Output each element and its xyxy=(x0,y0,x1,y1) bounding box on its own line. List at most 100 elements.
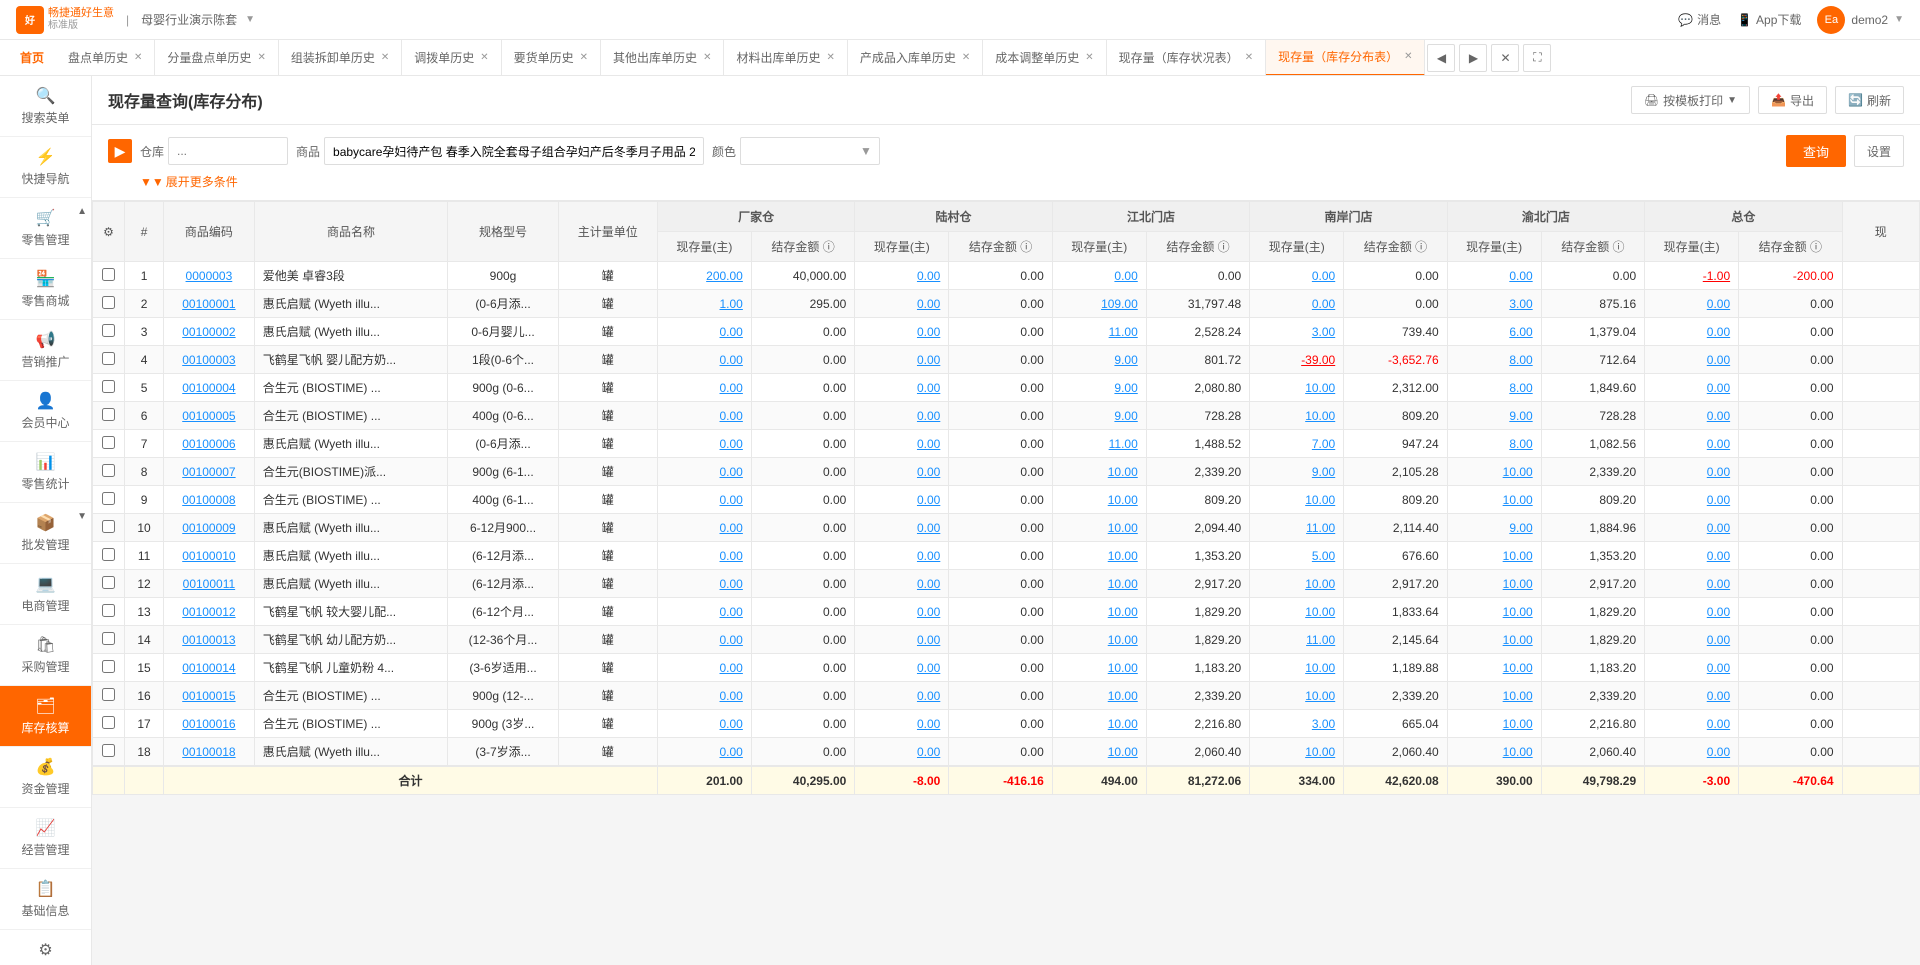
row-checkbox[interactable] xyxy=(93,682,125,710)
row-zc-amt: 0.00 xyxy=(1739,318,1842,346)
row-lcv-amt: 0.00 xyxy=(949,458,1052,486)
goods-input[interactable] xyxy=(324,137,704,165)
tab-product-in[interactable]: 产成品入库单历史 ✕ xyxy=(848,40,983,76)
row-spec: 1段(0-6个... xyxy=(448,346,558,374)
tab-inventory-check[interactable]: 盘点单历史 ✕ xyxy=(56,40,155,76)
tab-close[interactable]: ✕ xyxy=(580,52,588,63)
tab-requisition[interactable]: 要货单历史 ✕ xyxy=(502,40,601,76)
row-ybmd-amt: 875.16 xyxy=(1541,290,1644,318)
row-checkbox[interactable] xyxy=(93,542,125,570)
tab-close[interactable]: ✕ xyxy=(1245,52,1253,63)
row-checkbox[interactable] xyxy=(93,710,125,738)
sidebar-item-nav[interactable]: ⚡ 快捷导航 xyxy=(0,137,91,198)
row-checkbox[interactable] xyxy=(93,458,125,486)
tab-close[interactable]: ✕ xyxy=(1085,52,1093,63)
sidebar-item-operations[interactable]: 📈 经营管理 xyxy=(0,808,91,869)
tab-transfer[interactable]: 调拨单历史 ✕ xyxy=(402,40,501,76)
tab-other-out[interactable]: 其他出库单历史 ✕ xyxy=(601,40,724,76)
row-checkbox[interactable] xyxy=(93,374,125,402)
row-code: 00100005 xyxy=(164,402,255,430)
query-btn[interactable]: 查询 xyxy=(1786,135,1846,167)
sidebar-item-inventory[interactable]: 🗂 库存核算 xyxy=(0,686,91,747)
sidebar-item-system[interactable]: ⚙ 系统管理 xyxy=(0,930,91,965)
top-bar-right: 💬 消息 📱 App下载 Ea demo2 ▼ xyxy=(1678,6,1904,34)
warehouse-label: 仓库 xyxy=(140,143,164,160)
row-chj-qty: 0.00 xyxy=(657,654,751,682)
filter-toggle-btn[interactable]: ▶ xyxy=(108,139,132,163)
app-icon: 📱 xyxy=(1737,13,1752,27)
settings-filter-btn[interactable]: 设置 xyxy=(1854,135,1904,167)
tab-close[interactable]: ✕ xyxy=(480,52,488,63)
row-checkbox[interactable] xyxy=(93,346,125,374)
tab-stock-status[interactable]: 现存量（库存状况表） ✕ xyxy=(1107,40,1266,76)
row-checkbox[interactable] xyxy=(93,570,125,598)
sidebar-item-wholesale[interactable]: 📦 批发管理 ▼ xyxy=(0,503,91,564)
warehouse-input[interactable] xyxy=(168,137,288,165)
row-extra xyxy=(1842,290,1919,318)
table-row: 13 00100012 飞鹤星飞帆 较大婴儿配... (6-12个月... 罐 … xyxy=(93,598,1920,626)
row-extra xyxy=(1842,374,1919,402)
sidebar-item-marketing[interactable]: 📢 营销推广 xyxy=(0,320,91,381)
row-checkbox[interactable] xyxy=(93,626,125,654)
message-btn[interactable]: 💬 消息 xyxy=(1678,11,1721,28)
tab-close[interactable]: ✕ xyxy=(962,52,970,63)
tab-close[interactable]: ✕ xyxy=(257,52,265,63)
avatar: Ea xyxy=(1817,6,1845,34)
tab-close[interactable]: ✕ xyxy=(1404,51,1412,62)
row-checkbox[interactable] xyxy=(93,598,125,626)
row-code: 00100008 xyxy=(164,486,255,514)
row-extra xyxy=(1842,402,1919,430)
row-checkbox[interactable] xyxy=(93,430,125,458)
tab-stock-distribution[interactable]: 现存量（库存分布表） ✕ xyxy=(1266,40,1425,76)
row-name: 惠氏启赋 (Wyeth illu... xyxy=(254,430,448,458)
sidebar-item-retail-mgmt[interactable]: 🛒 零售管理 ▲ xyxy=(0,198,91,259)
row-checkbox[interactable] xyxy=(93,318,125,346)
print-btn[interactable]: 🖨 按模板打印 ▼ xyxy=(1631,86,1750,114)
row-checkbox[interactable] xyxy=(93,402,125,430)
row-lcv-amt: 0.00 xyxy=(949,430,1052,458)
sidebar-item-search[interactable]: 🔍 搜索英单 xyxy=(0,76,91,137)
user-area[interactable]: Ea demo2 ▼ xyxy=(1817,6,1904,34)
tab-close[interactable]: ✕ xyxy=(826,52,834,63)
tab-prev-btn[interactable]: ◀ xyxy=(1427,44,1455,72)
row-checkbox[interactable] xyxy=(93,262,125,290)
row-zc-amt: 0.00 xyxy=(1739,430,1842,458)
expand-btn[interactable]: ▼▼ 展开更多条件 xyxy=(140,173,1904,190)
tab-close[interactable]: ✕ xyxy=(134,52,142,63)
export-btn[interactable]: 📤 导出 xyxy=(1758,86,1827,114)
dropdown-icon[interactable]: ▼ xyxy=(245,14,255,25)
tab-sub-inventory[interactable]: 分量盘点单历史 ✕ xyxy=(155,40,278,76)
row-checkbox[interactable] xyxy=(93,514,125,542)
tab-assembly[interactable]: 组装拆卸单历史 ✕ xyxy=(279,40,402,76)
row-no: 12 xyxy=(125,570,164,598)
tab-cost-adjust[interactable]: 成本调整单历史 ✕ xyxy=(983,40,1106,76)
tab-close[interactable]: ✕ xyxy=(703,52,711,63)
sidebar-item-retail-stats[interactable]: 📊 零售统计 xyxy=(0,442,91,503)
tab-close[interactable]: ✕ xyxy=(381,52,389,63)
row-lcv-amt: 0.00 xyxy=(949,402,1052,430)
tab-next-btn[interactable]: ▶ xyxy=(1459,44,1487,72)
sidebar-item-member[interactable]: 👤 会员中心 xyxy=(0,381,91,442)
row-no: 7 xyxy=(125,430,164,458)
sidebar-item-basic-info[interactable]: 📋 基础信息 xyxy=(0,869,91,930)
tab-close-btn[interactable]: ✕ xyxy=(1491,44,1519,72)
dropdown-label[interactable]: 母婴行业演示陈套 xyxy=(141,11,237,28)
sidebar-item-retail-mall[interactable]: 🏪 零售商城 xyxy=(0,259,91,320)
tab-material-out[interactable]: 材料出库单历史 ✕ xyxy=(724,40,847,76)
col-no-header: # xyxy=(125,202,164,262)
tab-fullscreen-btn[interactable]: ⛶ xyxy=(1523,44,1551,72)
row-checkbox[interactable] xyxy=(93,654,125,682)
tab-home[interactable]: 首页 xyxy=(8,49,56,66)
app-download-btn[interactable]: 📱 App下载 xyxy=(1737,11,1801,28)
sidebar-item-ecommerce[interactable]: 💻 电商管理 xyxy=(0,564,91,625)
sidebar-item-purchase[interactable]: 🛍 采购管理 xyxy=(0,625,91,686)
row-checkbox[interactable] xyxy=(93,738,125,767)
sidebar-item-finance[interactable]: 💰 资金管理 xyxy=(0,747,91,808)
color-dropdown-icon[interactable]: ▼ xyxy=(860,144,872,158)
row-checkbox[interactable] xyxy=(93,486,125,514)
row-unit: 罐 xyxy=(558,318,657,346)
col-settings-header[interactable]: ⚙ xyxy=(93,202,125,262)
row-checkbox[interactable] xyxy=(93,290,125,318)
color-input[interactable] xyxy=(740,137,880,165)
refresh-btn[interactable]: 🔄 刷新 xyxy=(1835,86,1904,114)
